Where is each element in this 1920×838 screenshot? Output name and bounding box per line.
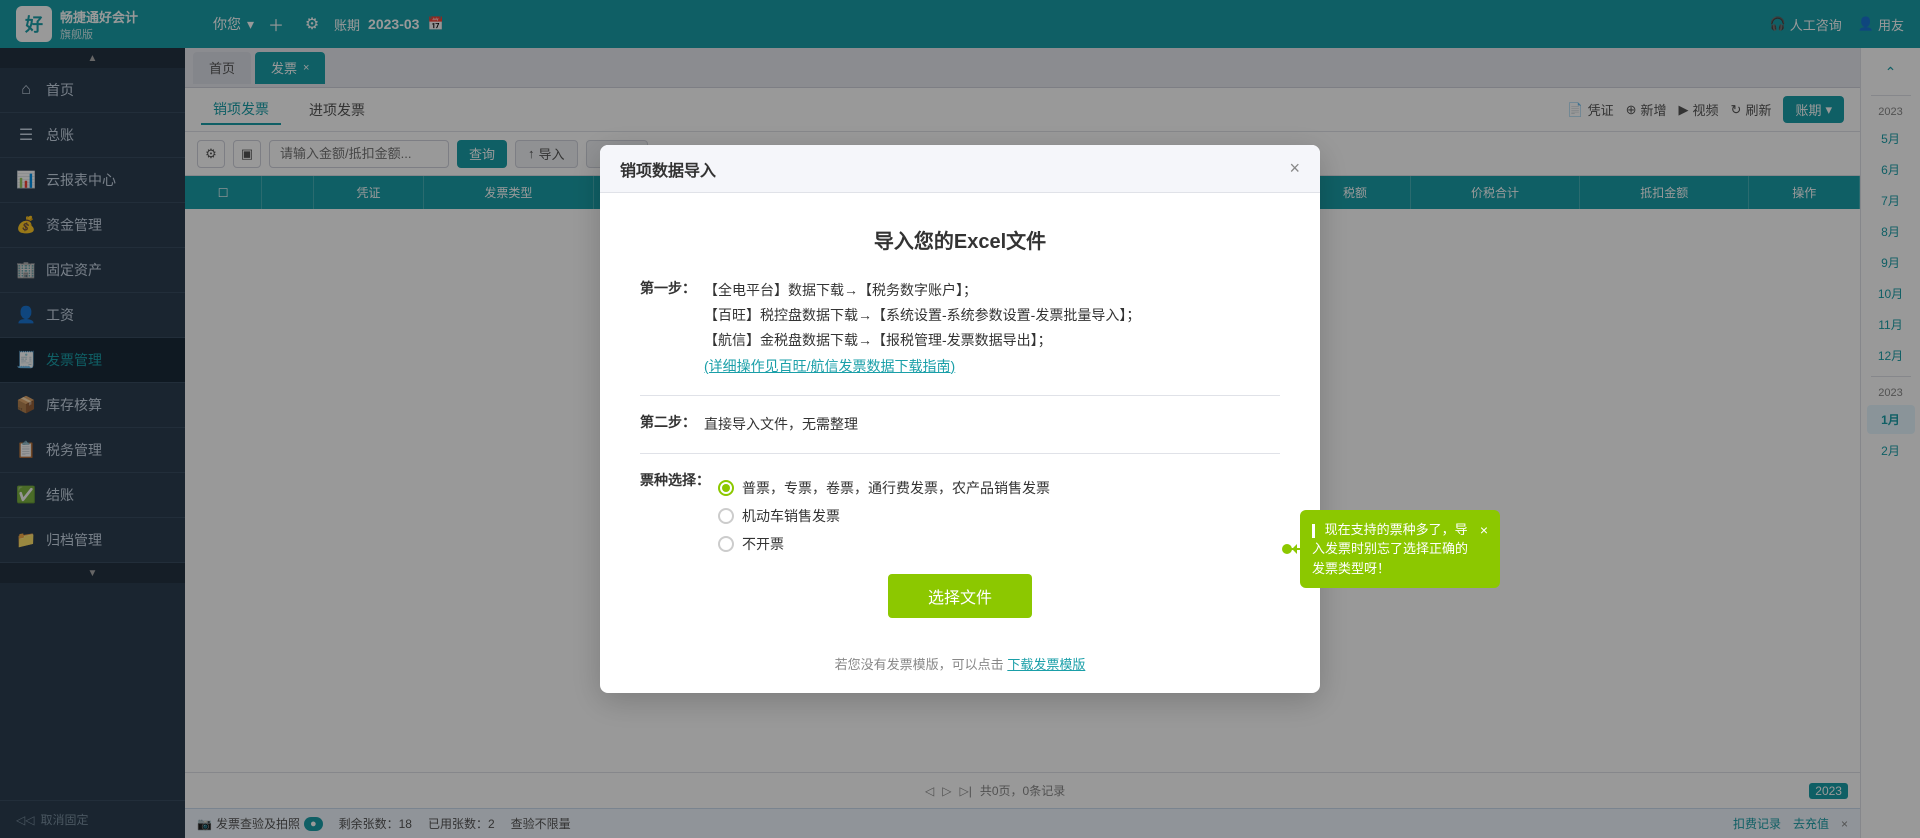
divider2	[640, 453, 1280, 454]
select-file-button[interactable]: 选择文件	[888, 574, 1032, 618]
radio-1[interactable]	[718, 480, 734, 496]
modal-overlay: 销项数据导入 × 导入您的Excel文件 第一步： 【全电平台】数据下载→【税务…	[0, 0, 1920, 838]
step1-line3: 【航信】金税盘数据下载→【报税管理-发票数据导出】；	[704, 328, 1140, 353]
tooltip-text: 现在支持的票种多了，导入发票时别忘了选择正确的发票类型呀！	[1312, 522, 1468, 576]
select-file-container: 选择文件	[640, 574, 1280, 618]
radio-2[interactable]	[718, 508, 734, 524]
ticket-label: 票种选择：	[640, 470, 710, 490]
ticket-option-2[interactable]: 机动车销售发票	[718, 506, 1050, 526]
ticket-options: 普票，专票，卷票，通行费发票，农产品销售发票 机动车销售发票 不开票	[718, 478, 1050, 554]
divider1	[640, 395, 1280, 396]
step2-row: 第二步： 直接导入文件，无需整理	[640, 412, 1280, 437]
step1-row: 第一步： 【全电平台】数据下载→【税务数字账户】； 【百旺】税控盘数据下载→【系…	[640, 278, 1280, 379]
tooltip-bar	[1312, 524, 1315, 538]
modal-dialog: 销项数据导入 × 导入您的Excel文件 第一步： 【全电平台】数据下载→【税务…	[600, 145, 1320, 693]
tooltip-bubble: × 现在支持的票种多了，导入发票时别忘了选择正确的发票类型呀！	[1300, 510, 1500, 589]
step1-line2: 【百旺】税控盘数据下载→【系统设置-系统参数设置-发票批量导入】；	[704, 303, 1140, 328]
step1-line1: 【全电平台】数据下载→【税务数字账户】；	[704, 278, 1140, 303]
modal-close-button[interactable]: ×	[1289, 158, 1300, 179]
tooltip-connector-line	[1284, 548, 1300, 550]
modal-title: 销项数据导入	[620, 157, 1289, 181]
modal-header: 销项数据导入 ×	[600, 145, 1320, 193]
modal-big-title: 导入您的Excel文件	[640, 225, 1280, 254]
ticket-option-1[interactable]: 普票，专票，卷票，通行费发票，农产品销售发票	[718, 478, 1050, 498]
radio-dot-1	[722, 484, 730, 492]
modal-footer: 若您没有发票模版，可以点击 下载发票模版	[600, 642, 1320, 693]
radio-3[interactable]	[718, 536, 734, 552]
ticket-option-3[interactable]: 不开票	[718, 534, 1050, 554]
ticket-select-row: 票种选择： 普票，专票，卷票，通行费发票，农产品销售发票 机动车销售发票	[640, 470, 1280, 554]
step1-label: 第一步：	[640, 278, 696, 298]
modal-body: 导入您的Excel文件 第一步： 【全电平台】数据下载→【税务数字账户】； 【百…	[600, 193, 1320, 642]
step1-content: 【全电平台】数据下载→【税务数字账户】； 【百旺】税控盘数据下载→【系统设置-系…	[704, 278, 1140, 379]
download-template-link[interactable]: 下载发票模版	[1007, 657, 1085, 672]
step1-link[interactable]: (详细操作见百旺/航信发票数据下载指南)	[704, 354, 1140, 379]
step2-content: 直接导入文件，无需整理	[704, 412, 858, 437]
step2-label: 第二步：	[640, 412, 696, 432]
tooltip-close-icon[interactable]: ×	[1480, 520, 1488, 541]
